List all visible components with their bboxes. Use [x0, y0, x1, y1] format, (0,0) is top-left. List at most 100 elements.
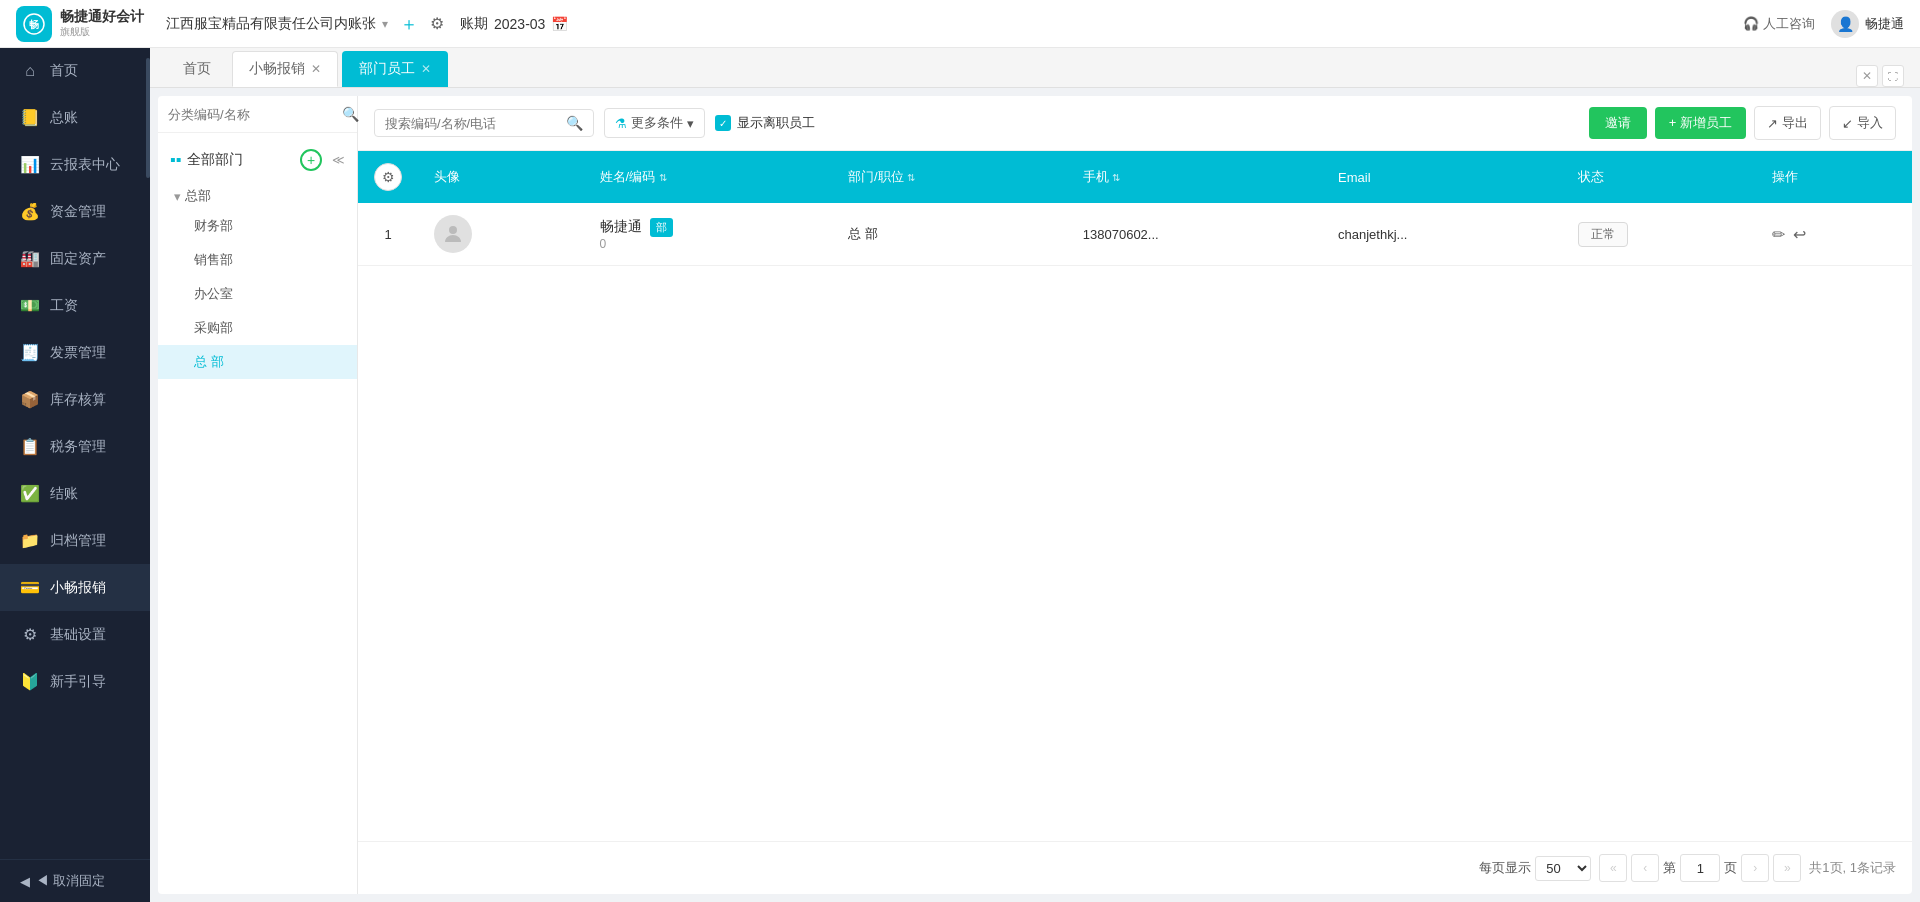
- pagination: 每页显示 50 10 20 100 « ‹ 第 页: [358, 841, 1912, 894]
- sidebar-item-label: 小畅报销: [50, 579, 106, 597]
- dept-panel: 🔍 ▪▪ 全部部门 + ≪ ▾ 总部: [158, 96, 358, 894]
- expand-icon: ▾: [174, 189, 181, 204]
- logout-button[interactable]: ↩: [1793, 225, 1806, 244]
- row-avatar: [418, 203, 584, 266]
- employee-table: ⚙ 头像 姓名/编码 ⇅ 部门/职位 ⇅: [358, 151, 1912, 266]
- sidebar-item-expense[interactable]: 💳 小畅报销: [0, 564, 150, 611]
- row-status: 正常: [1562, 203, 1756, 266]
- employee-code: 0: [600, 237, 673, 251]
- page-input[interactable]: [1680, 854, 1720, 882]
- main-wrap: ⌂ 首页 📒 总账 📊 云报表中心 💰 资金管理 🏭 固定资产 💵 工资: [0, 48, 1920, 902]
- user-name: 畅捷通: [1865, 15, 1904, 33]
- sidebar-item-funds[interactable]: 💰 资金管理: [0, 188, 150, 235]
- assets-icon: 🏭: [20, 249, 40, 268]
- dept-search-icon[interactable]: 🔍: [342, 106, 359, 122]
- dept-node-office[interactable]: 办公室: [158, 277, 357, 311]
- unpin-button[interactable]: ◀ ◀ 取消固定: [0, 859, 150, 902]
- service-button[interactable]: 🎧 人工咨询: [1743, 15, 1815, 33]
- sidebar-item-invoice[interactable]: 🧾 发票管理: [0, 329, 150, 376]
- settings-sidebar-icon: ⚙: [20, 625, 40, 644]
- sidebar-item-settings[interactable]: ⚙ 基础设置: [0, 611, 150, 658]
- close-icon[interactable]: ✕: [311, 62, 321, 76]
- sort-phone-icon[interactable]: ⇅: [1112, 172, 1120, 183]
- page-total: 共1页, 1条记录: [1809, 859, 1896, 877]
- filter-button[interactable]: ⚗ 更多条件 ▾: [604, 108, 705, 138]
- reports-icon: 📊: [20, 155, 40, 174]
- col-dept: 部门/职位 ⇅: [832, 151, 1067, 203]
- add-company-icon[interactable]: ＋: [400, 12, 418, 36]
- unpin-label: ◀ 取消固定: [36, 872, 105, 890]
- show-resigned-toggle[interactable]: ✓ 显示离职员工: [715, 114, 815, 132]
- sidebar-item-inventory[interactable]: 📦 库存核算: [0, 376, 150, 423]
- row-index: 1: [358, 203, 418, 266]
- all-dept-label: 全部部门: [187, 151, 243, 169]
- edit-dept-button[interactable]: +: [300, 149, 322, 171]
- prev-page-button[interactable]: ‹: [1631, 854, 1659, 882]
- col-settings: ⚙: [358, 151, 418, 203]
- row-dept: 总 部: [832, 203, 1067, 266]
- content-area: 首页 小畅报销 ✕ 部门员工 ✕ ✕ ⛶ 🔍: [150, 48, 1920, 902]
- dept-node-finance[interactable]: 财务部: [158, 209, 357, 243]
- next-page-button[interactable]: ›: [1741, 854, 1769, 882]
- table-settings-button[interactable]: ⚙: [374, 163, 402, 191]
- tab-employees[interactable]: 部门员工 ✕: [342, 51, 448, 87]
- sort-dept-icon[interactable]: ⇅: [907, 172, 915, 183]
- resigned-checkbox[interactable]: ✓: [715, 115, 731, 131]
- funds-icon: 💰: [20, 202, 40, 221]
- sidebar-item-archive[interactable]: 📁 归档管理: [0, 517, 150, 564]
- sidebar-item-tax[interactable]: 📋 税务管理: [0, 423, 150, 470]
- dept-node-sales[interactable]: 销售部: [158, 243, 357, 277]
- sidebar-item-guide[interactable]: 🔰 新手引导: [0, 658, 150, 705]
- import-label: 导入: [1857, 114, 1883, 132]
- sidebar-item-home[interactable]: ⌂ 首页: [0, 48, 150, 94]
- page-nav: « ‹ 第 页 › »: [1599, 854, 1801, 882]
- add-employee-button[interactable]: + 新增员工: [1655, 107, 1746, 139]
- service-label: 人工咨询: [1763, 15, 1815, 33]
- sidebar-item-assets[interactable]: 🏭 固定资产: [0, 235, 150, 282]
- dept-tree: ▪▪ 全部部门 + ≪ ▾ 总部 财务部 销售部 办公室: [158, 133, 357, 894]
- import-button[interactable]: ↙ 导入: [1829, 106, 1896, 140]
- top-right: 🎧 人工咨询 👤 畅捷通: [1743, 10, 1904, 38]
- sidebar-item-payroll[interactable]: 💵 工资: [0, 282, 150, 329]
- tab-expense[interactable]: 小畅报销 ✕: [232, 51, 338, 87]
- sidebar-item-reports[interactable]: 📊 云报表中心: [0, 141, 150, 188]
- row-actions: ✏ ↩: [1756, 203, 1912, 266]
- last-page-button[interactable]: »: [1773, 854, 1801, 882]
- settings-icon[interactable]: ⚙: [430, 14, 444, 33]
- per-page-select[interactable]: 50 10 20 100: [1535, 856, 1591, 881]
- dept-node-general-sub[interactable]: 总 部: [158, 345, 357, 379]
- sidebar-item-label: 税务管理: [50, 438, 106, 456]
- company-selector[interactable]: 江西服宝精品有限责任公司内账张 ▾: [166, 15, 388, 33]
- sidebar-item-closing[interactable]: ✅ 结账: [0, 470, 150, 517]
- dept-node-general[interactable]: ▾ 总部: [158, 179, 357, 209]
- close-icon[interactable]: ✕: [421, 62, 431, 76]
- scrollbar[interactable]: [146, 48, 150, 902]
- collapse-icon[interactable]: ≪: [332, 153, 345, 167]
- tab-home[interactable]: 首页: [166, 51, 228, 87]
- edit-button[interactable]: ✏: [1772, 225, 1785, 244]
- calendar-icon[interactable]: 📅: [551, 16, 568, 32]
- first-page-button[interactable]: «: [1599, 854, 1627, 882]
- invite-button[interactable]: 邀请: [1589, 107, 1647, 139]
- employee-search-input[interactable]: [385, 116, 560, 131]
- col-actions: 操作: [1756, 151, 1912, 203]
- sidebar-scroll: ⌂ 首页 📒 总账 📊 云报表中心 💰 资金管理 🏭 固定资产 💵 工资: [0, 48, 150, 859]
- sidebar-item-label: 归档管理: [50, 532, 106, 550]
- sort-name-icon[interactable]: ⇅: [659, 172, 667, 183]
- show-resigned-label: 显示离职员工: [737, 114, 815, 132]
- row-email: chanjethkj...: [1322, 203, 1562, 266]
- search-icon[interactable]: 🔍: [566, 115, 583, 131]
- period-value[interactable]: 2023-03: [494, 16, 545, 32]
- dept-node-purchase[interactable]: 采购部: [158, 311, 357, 345]
- maximize-button[interactable]: ⛶: [1882, 65, 1904, 87]
- close-tab-button[interactable]: ✕: [1856, 65, 1878, 87]
- dept-search-input[interactable]: [168, 107, 336, 122]
- tab-actions: ✕ ⛶: [1856, 65, 1904, 87]
- sidebar-item-ledger[interactable]: 📒 总账: [0, 94, 150, 141]
- user-menu[interactable]: 👤 畅捷通: [1831, 10, 1904, 38]
- all-dept-header[interactable]: ▪▪ 全部部门 + ≪: [158, 141, 357, 179]
- export-button[interactable]: ↗ 导出: [1754, 106, 1821, 140]
- sidebar-item-label: 库存核算: [50, 391, 106, 409]
- sidebar-item-label: 结账: [50, 485, 78, 503]
- export-label: 导出: [1782, 114, 1808, 132]
